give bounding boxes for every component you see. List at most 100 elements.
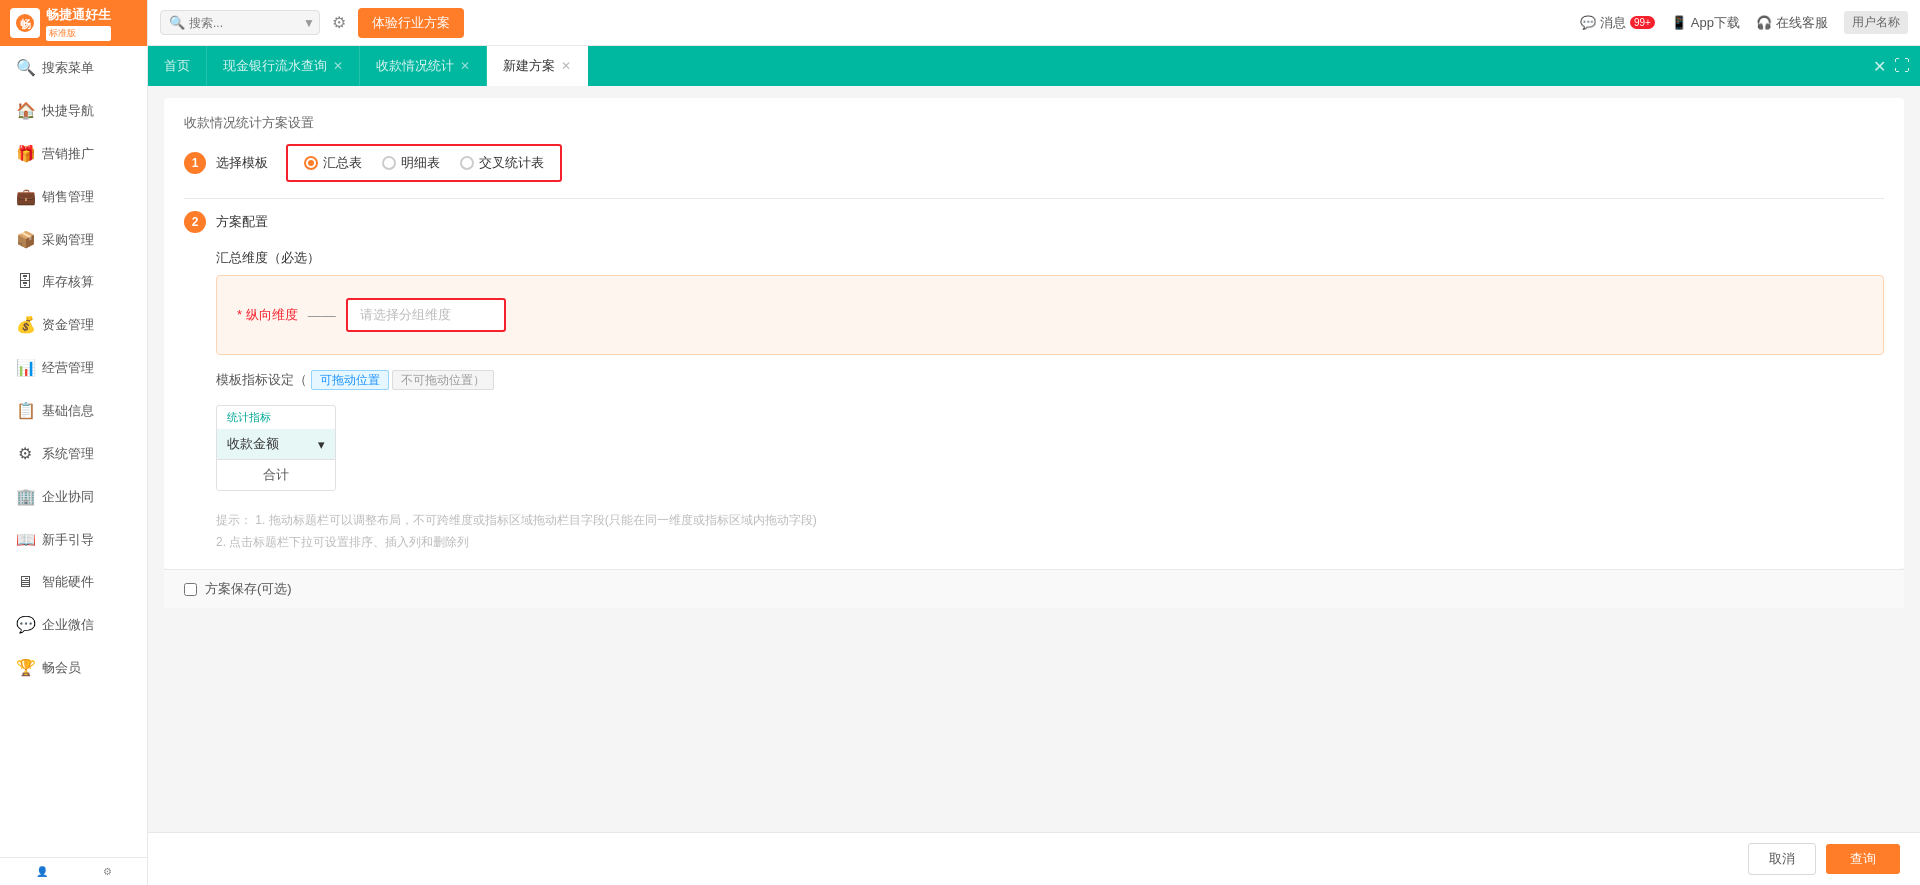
sidebar-item-operations[interactable]: 📊 经营管理 [0,346,147,389]
sidebar-item-label: 搜索菜单 [42,59,94,77]
step1-row: 1 选择模板 汇总表 明细表 交叉统计表 [184,144,1884,182]
tab-receipts-label: 收款情况统计 [376,57,454,75]
metric-section-label: 统计指标 [217,406,335,425]
tip-line-1: 提示： 1. 拖动标题栏可以调整布局，不可跨维度或指标区域拖动栏目字段(只能在同… [216,510,1884,532]
logo-badge: 标准版 [46,26,111,41]
query-button[interactable]: 查询 [1826,844,1900,874]
tabbar-controls: ✕ ⛶ [1863,46,1920,86]
template-options: 汇总表 明细表 交叉统计表 [286,144,562,182]
tip-2-text: 2. 点击标题栏下拉可设置排序、插入列和删除列 [216,532,469,554]
sidebar-item-marketing[interactable]: 🎁 营销推广 [0,132,147,175]
radio-crosstab[interactable]: 交叉统计表 [460,154,544,172]
radio-summary[interactable]: 汇总表 [304,154,362,172]
messages-btn[interactable]: 💬 消息 99+ [1580,14,1655,32]
sidebar-item-label: 智能硬件 [42,573,94,591]
close-icon[interactable]: ✕ [561,59,571,73]
user-icon: 👤 [36,866,48,877]
sidebar-item-guide[interactable]: 📖 新手引导 [0,518,147,561]
sidebar-item-enterprise[interactable]: 🏢 企业协同 [0,475,147,518]
chevron-down-icon[interactable]: ▾ [318,437,325,452]
save-checkbox[interactable] [184,583,197,596]
sidebar-item-system[interactable]: ⚙ 系统管理 [0,432,147,475]
metric-table: 统计指标 收款金额 ▾ 合计 [216,405,336,491]
gift-icon: 🎁 [16,144,34,163]
indicator-header: 模板指标设定（ 可拖动位置 不可拖动位置） [216,371,1884,389]
metric-header-row[interactable]: 收款金额 ▾ [217,429,335,460]
close-icon[interactable]: ✕ [460,59,470,73]
search-icon: 🔍 [169,15,185,30]
sidebar-item-basic[interactable]: 📋 基础信息 [0,389,147,432]
metric-header-label: 收款金额 [227,435,279,453]
logo-text: 畅捷通好生 [46,6,111,24]
tab-cashflow[interactable]: 现金银行流水查询 ✕ [207,46,360,86]
topbar-actions: 💬 消息 99+ 📱 App下载 🎧 在线客服 用户名称 [1580,11,1908,34]
sidebar-item-inventory[interactable]: 🗄 库存核算 [0,261,147,303]
tab-close-all-icon[interactable]: ✕ [1873,57,1886,76]
draggable-badge: 可拖动位置 [311,370,389,390]
storage-icon: 🗄 [16,273,34,291]
tab-receipts[interactable]: 收款情况统计 ✕ [360,46,487,86]
footer-btn-1[interactable]: 👤 [36,866,48,877]
online-service-btn[interactable]: 🎧 在线客服 [1756,14,1828,32]
sidebar-item-finance[interactable]: 💰 资金管理 [0,303,147,346]
sidebar-footer: 👤 ⚙ [0,857,147,885]
tab-home[interactable]: 首页 [148,46,207,86]
app-download-btn[interactable]: 📱 App下载 [1671,14,1740,32]
chart-icon: 📊 [16,358,34,377]
app-download-label: App下载 [1691,14,1740,32]
trial-btn[interactable]: 体验行业方案 [358,8,464,38]
home-icon: 🏠 [16,101,34,120]
radio-crosstab-circle [460,156,474,170]
step1-label: 选择模板 [216,154,268,172]
tab-home-label: 首页 [164,57,190,75]
metric-column-label: 收款金额 [227,435,279,453]
footer-bar: 取消 查询 [148,832,1920,885]
sidebar-item-label: 基础信息 [42,402,94,420]
sidebar-item-label: 采购管理 [42,231,94,249]
sidebar-logo: 畅 畅捷通好生 标准版 [0,0,147,46]
chevron-down-icon[interactable]: ▼ [303,16,315,30]
step2-row: 2 方案配置 [184,211,1884,233]
monitor-icon: 🖥 [16,573,34,591]
sidebar-item-label: 系统管理 [42,445,94,463]
sidebar-item-sales[interactable]: 💼 销售管理 [0,175,147,218]
close-icon[interactable]: ✕ [333,59,343,73]
sidebar-item-purchase[interactable]: 📦 采购管理 [0,218,147,261]
briefcase-icon: 💼 [16,187,34,206]
radio-detail[interactable]: 明细表 [382,154,440,172]
sidebar-item-label: 库存核算 [42,273,94,291]
sidebar-item-search[interactable]: 🔍 搜索菜单 [0,46,147,89]
sidebar-item-member[interactable]: 🏆 畅会员 [0,646,147,689]
sidebar-item-wechat[interactable]: 💬 企业微信 [0,603,147,646]
dimension-section-label: 汇总维度（必选） [216,249,1884,267]
dim-select[interactable]: 请选择分组维度 [346,298,506,332]
metric-body-row: 合计 [217,460,335,490]
dim-placeholder: 请选择分组维度 [360,307,451,322]
tip-line-2: 2. 点击标题栏下拉可设置排序、插入列和删除列 [216,532,1884,554]
divider-1 [184,198,1884,199]
tab-expand-icon[interactable]: ⛶ [1894,57,1910,75]
step1-circle: 1 [184,152,206,174]
tab-new-plan-label: 新建方案 [503,57,555,75]
user-name[interactable]: 用户名称 [1844,11,1908,34]
tab-cashflow-label: 现金银行流水查询 [223,57,327,75]
building-icon: 🏢 [16,487,34,506]
sidebar-item-home[interactable]: 🏠 快捷导航 [0,89,147,132]
settings-gear-icon[interactable]: ⚙ [328,9,350,36]
book-icon: 📖 [16,530,34,549]
wechat-icon: 💬 [16,615,34,634]
indicator-settings: 模板指标设定（ 可拖动位置 不可拖动位置） 统计指标 收款金额 ▾ [216,371,1884,494]
sidebar-item-label: 企业协同 [42,488,94,506]
footer-btn-2[interactable]: ⚙ [103,866,112,877]
search-box[interactable]: 🔍 ▼ [160,10,320,35]
cancel-button[interactable]: 取消 [1748,843,1816,875]
sidebar-item-hardware[interactable]: 🖥 智能硬件 [0,561,147,603]
save-checkbox-label: 方案保存(可选) [205,580,292,598]
vertical-dim-label: 纵向维度 [237,306,298,324]
bottom-save-section: 方案保存(可选) [164,569,1904,608]
sidebar-item-label: 企业微信 [42,616,94,634]
gear-icon: ⚙ [16,444,34,463]
tab-new-plan[interactable]: 新建方案 ✕ [487,46,588,86]
online-service-label: 在线客服 [1776,14,1828,32]
search-input[interactable] [189,16,299,30]
